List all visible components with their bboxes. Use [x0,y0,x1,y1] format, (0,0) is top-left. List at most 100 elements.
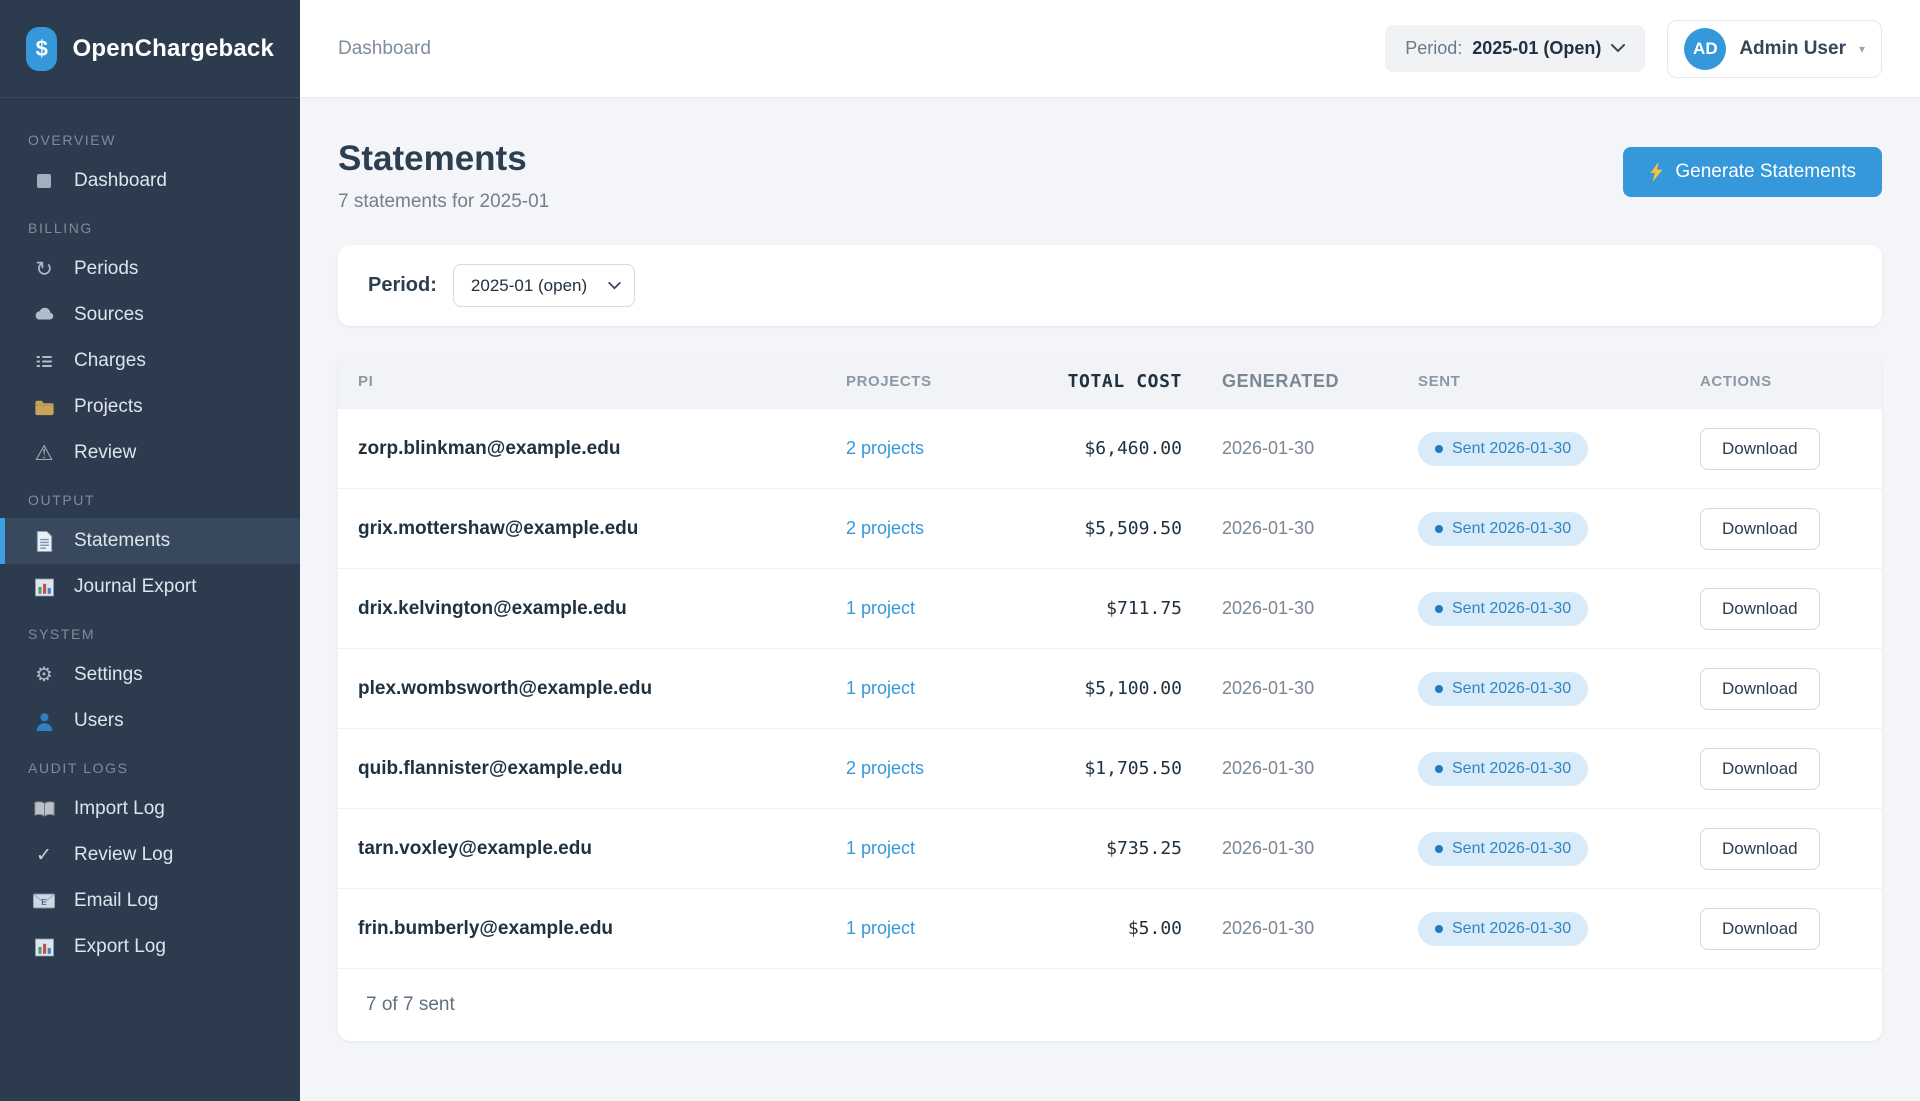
sidebar-item-review-log[interactable]: ✓ Review Log [0,832,300,878]
bar-chart-icon [30,577,58,598]
table-footer: 7 of 7 sent [338,968,1882,1041]
page-header: Statements 7 statements for 2025-01 Gene… [338,139,1882,213]
total-cost-cell: $735.25 [1106,838,1182,859]
download-button[interactable]: Download [1700,827,1820,870]
sent-dot-icon [1435,684,1443,693]
projects-link[interactable]: 1 project [846,598,915,618]
table-row: grix.mottershaw@example.edu 2 projects $… [338,488,1882,568]
user-menu[interactable]: AD Admin User ▾ [1667,19,1882,78]
sent-badge-label: Sent 2026-01-30 [1452,839,1572,857]
table-row: tarn.voxley@example.edu 1 project $735.2… [338,808,1882,888]
sent-badge: Sent 2026-01-30 [1418,831,1589,866]
sidebar-item-label: Email Log [74,890,159,911]
table-body: zorp.blinkman@example.edu 2 projects $6,… [338,408,1882,968]
sidebar-item-label: Review Log [74,844,174,865]
sent-badge: Sent 2026-01-30 [1418,591,1589,626]
pi-cell: plex.wombsworth@example.edu [358,677,653,699]
sidebar-section-label: OVERVIEW [28,132,117,148]
sent-badge: Sent 2026-01-30 [1418,671,1589,706]
sent-dot-icon [1435,524,1443,533]
sent-badge-label: Sent 2026-01-30 [1452,599,1572,617]
sidebar-item-statements[interactable]: Statements [0,518,300,564]
generated-cell: 2026-01-30 [1222,438,1315,458]
download-button[interactable]: Download [1700,907,1820,950]
projects-link[interactable]: 2 projects [846,758,924,778]
sidebar-item-dashboard[interactable]: Dashboard [0,158,300,204]
generate-statements-label: Generate Statements [1675,161,1856,182]
total-cost-cell: $6,460.00 [1084,438,1182,459]
download-button[interactable]: Download [1700,747,1820,790]
sent-dot-icon [1435,444,1443,453]
sidebar-item-email-log[interactable]: E Email Log [0,878,300,924]
user-name: Admin User [1739,37,1846,59]
dashboard-icon [30,171,58,191]
lightning-bolt-icon [1649,162,1664,182]
column-header-projects: PROJECTS [846,372,932,390]
sidebar-item-periods[interactable]: ↻ Periods [0,246,300,292]
sent-badge: Sent 2026-01-30 [1418,751,1589,786]
projects-link[interactable]: 2 projects [846,438,924,458]
total-cost-cell: $5,509.50 [1084,518,1182,539]
sidebar-item-label: Users [74,710,124,731]
sidebar-item-projects[interactable]: Projects [0,384,300,430]
pi-cell: zorp.blinkman@example.edu [358,437,621,459]
sidebar-section-label: SYSTEM [28,626,96,642]
email-icon: E [30,893,58,909]
list-icon [30,351,58,371]
topbar: Dashboard Period: 2025-01 (Open) AD Admi… [300,0,1920,98]
topbar-period-selector[interactable]: Period: 2025-01 (Open) [1385,25,1646,72]
total-cost-cell: $711.75 [1106,598,1182,619]
column-header-pi: PI [358,372,374,390]
sidebar-item-import-log[interactable]: Import Log [0,786,300,832]
sidebar-item-sources[interactable]: Sources [0,292,300,338]
sidebar-item-review[interactable]: ⚠ Review [0,430,300,476]
generate-statements-button[interactable]: Generate Statements [1623,147,1882,197]
sidebar-item-settings[interactable]: ⚙ Settings [0,652,300,698]
sidebar-item-label: Dashboard [74,170,167,191]
sent-badge: Sent 2026-01-30 [1418,431,1589,466]
sent-dot-icon [1435,844,1443,853]
download-button[interactable]: Download [1700,587,1820,630]
document-icon [30,530,58,553]
dollar-logo-icon: $ [26,26,58,71]
sidebar-item-label: Charges [74,350,146,371]
period-filter-card: Period: 2025-01 (open) [338,245,1882,326]
book-icon [30,800,58,818]
pi-cell: frin.bumberly@example.edu [358,917,614,939]
projects-link[interactable]: 1 project [846,678,915,698]
sidebar-item-charges[interactable]: Charges [0,338,300,384]
table-row: drix.kelvington@example.edu 1 project $7… [338,568,1882,648]
projects-link[interactable]: 1 project [846,918,915,938]
warning-icon: ⚠ [34,441,54,465]
table-row: plex.wombsworth@example.edu 1 project $5… [338,648,1882,728]
sidebar-item-journal-export[interactable]: Journal Export [0,564,300,610]
generated-cell: 2026-01-30 [1222,838,1315,858]
sidebar-item-users[interactable]: Users [0,698,300,744]
total-cost-cell: $5.00 [1127,918,1182,939]
projects-link[interactable]: 2 projects [846,518,924,538]
sidebar-item-export-log[interactable]: Export Log [0,924,300,970]
projects-link[interactable]: 1 project [846,838,915,858]
sent-badge: Sent 2026-01-30 [1418,911,1589,946]
sent-dot-icon [1435,764,1443,773]
breadcrumb: Dashboard [338,37,431,59]
download-button[interactable]: Download [1700,667,1820,710]
cloud-icon [30,303,58,327]
generated-cell: 2026-01-30 [1222,518,1315,538]
period-select[interactable]: 2025-01 (open) [452,264,635,307]
download-button[interactable]: Download [1700,427,1820,470]
sidebar-section-label: OUTPUT [28,492,96,508]
sidebar-item-label: Statements [74,530,171,551]
app-logo: $ OpenChargeback [0,0,300,98]
download-button[interactable]: Download [1700,507,1820,550]
page-subtitle: 7 statements for 2025-01 [338,191,550,212]
column-header-generated: GENERATED [1222,370,1340,391]
sidebar-item-label: Periods [74,258,139,279]
topbar-period-label: Period: [1405,38,1463,58]
main-content: Statements 7 statements for 2025-01 Gene… [300,99,1920,1101]
bar-chart-icon [30,937,58,958]
refresh-icon: ↻ [35,257,53,281]
generated-cell: 2026-01-30 [1222,598,1315,618]
chevron-down-icon [1611,44,1626,53]
check-icon: ✓ [36,844,52,866]
